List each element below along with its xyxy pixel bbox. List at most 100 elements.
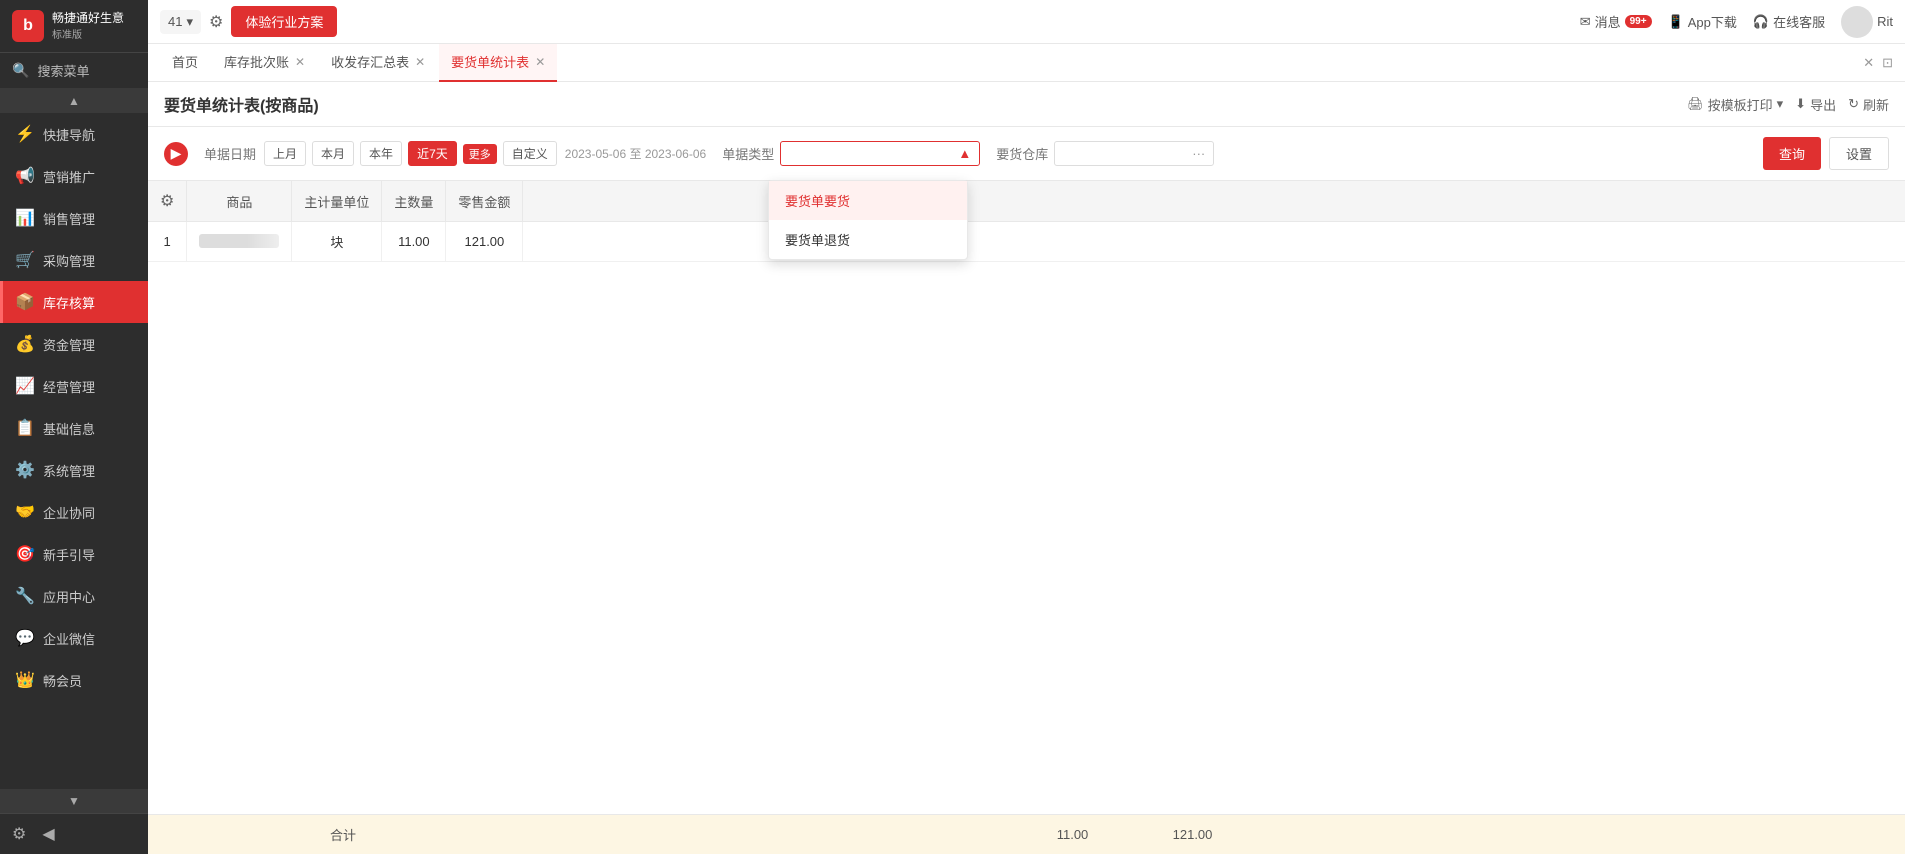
setting-btn[interactable]: 设置 <box>1829 137 1889 170</box>
page-actions: 🖨 按模板打印 ▾ ⬇ 导出 ↻ 刷新 <box>1687 95 1889 114</box>
sidebar-item-marketing[interactable]: 📢 营销推广 <box>0 155 148 197</box>
sidebar-item-enterprise[interactable]: 🤝 企业协同 <box>0 491 148 533</box>
sidebar-item-purchase[interactable]: 🛒 采购管理 <box>0 239 148 281</box>
type-filter-group: 单据类型 ▲ <box>722 141 980 166</box>
print-btn[interactable]: 🖨 按模板打印 ▾ <box>1687 95 1783 114</box>
tab-close-order-stats[interactable]: ✕ <box>535 55 545 69</box>
tab-inventory-batch[interactable]: 库存批次账 ✕ <box>212 44 317 82</box>
data-table: ⚙ 商品 主计量单位 主数量 零售金额 1 块 <box>148 181 1905 262</box>
date-btn-last-month[interactable]: 上月 <box>264 141 306 166</box>
page-content: 要货单统计表(按商品) 🖨 按模板打印 ▾ ⬇ 导出 ↻ 刷新 ▶ <box>148 82 1905 854</box>
date-label: 单据日期 <box>204 144 256 163</box>
sidebar-item-app-center[interactable]: 🔧 应用中心 <box>0 575 148 617</box>
cell-qty: 11.00 <box>382 222 446 262</box>
user-profile[interactable]: Rit <box>1841 6 1893 38</box>
warehouse-select[interactable]: ··· <box>1054 141 1214 166</box>
sidebar-item-finance[interactable]: 💰 资金管理 <box>0 323 148 365</box>
col-amount: 零售金额 <box>446 181 523 222</box>
date-more-badge[interactable]: 更多 <box>463 144 497 164</box>
tab-receive-summary[interactable]: 收发存汇总表 ✕ <box>319 44 437 82</box>
sidebar-item-wechat[interactable]: 💬 企业微信 <box>0 617 148 659</box>
scroll-down-btn[interactable]: ▼ <box>0 789 148 813</box>
date-btn-this-year[interactable]: 本年 <box>360 141 402 166</box>
tab-close-inventory-batch[interactable]: ✕ <box>295 55 305 69</box>
sidebar-item-label: 库存核算 <box>43 293 95 312</box>
sidebar-item-label: 应用中心 <box>43 587 95 606</box>
sidebar-item-member[interactable]: 👑 畅会员 <box>0 659 148 701</box>
expand-filter-btn[interactable]: ▶ <box>164 142 188 166</box>
tab-home[interactable]: 首页 <box>160 44 210 82</box>
search-label: 搜索菜单 <box>37 61 89 80</box>
chevron-down-icon: ▾ <box>1777 96 1784 112</box>
page-header: 要货单统计表(按商品) 🖨 按模板打印 ▾ ⬇ 导出 ↻ 刷新 <box>148 82 1905 127</box>
messages-btn[interactable]: ✉ 消息 99+ <box>1580 12 1652 31</box>
date-btn-custom[interactable]: 自定义 <box>503 141 557 166</box>
avatar <box>1841 6 1873 38</box>
chevron-up-icon: ▲ <box>958 146 971 161</box>
refresh-btn[interactable]: ↻ 刷新 <box>1848 95 1889 114</box>
sidebar-item-label: 销售管理 <box>43 209 95 228</box>
online-service-btn[interactable]: 🎧 在线客服 <box>1753 12 1825 31</box>
scroll-up-btn[interactable]: ▲ <box>0 89 148 113</box>
member-icon: 👑 <box>15 670 35 690</box>
sidebar-nav: ⚡ 快捷导航 📢 营销推广 📊 销售管理 🛒 采购管理 📦 库存核算 💰 资金管… <box>0 113 148 789</box>
warehouse-filter-group: 要货仓库 ··· <box>996 141 1214 166</box>
purchase-icon: 🛒 <box>15 250 35 270</box>
collapse-icon[interactable]: ◀ <box>42 824 54 844</box>
sidebar-item-quick-nav[interactable]: ⚡ 快捷导航 <box>0 113 148 155</box>
footer-qty: 11.00 <box>1013 827 1133 842</box>
sidebar-item-sales[interactable]: 📊 销售管理 <box>0 197 148 239</box>
tabs-bar: 首页 库存批次账 ✕ 收发存汇总表 ✕ 要货单统计表 ✕ ✕ ⊡ <box>148 44 1905 82</box>
settings-icon[interactable]: ⚙ <box>12 824 26 844</box>
table-footer: 合计 11.00 121.00 <box>148 814 1905 854</box>
date-filter-group: 单据日期 上月 本月 本年 近7天 更多 自定义 2023-05-06 至 20… <box>204 141 706 166</box>
sidebar-item-operation[interactable]: 📈 经营管理 <box>0 365 148 407</box>
sidebar-bottom: ⚙ ◀ <box>0 813 148 854</box>
tab-order-stats[interactable]: 要货单统计表 ✕ <box>439 44 557 82</box>
date-range: 2023-05-06 至 2023-06-06 <box>565 145 706 162</box>
tabs-bar-end: ✕ ⊡ <box>1863 55 1893 71</box>
system-icon: ⚙️ <box>15 460 35 480</box>
cell-seq: 1 <box>148 222 187 262</box>
messages-label: 消息 <box>1595 12 1621 31</box>
close-all-icon[interactable]: ✕ <box>1863 55 1874 71</box>
date-btn-7days[interactable]: 近7天 <box>408 141 457 166</box>
expand-tabs-icon[interactable]: ⊡ <box>1882 55 1893 71</box>
export-btn[interactable]: ⬇ 导出 <box>1795 95 1836 114</box>
sidebar-item-label: 畅会员 <box>43 671 82 690</box>
app-download-btn[interactable]: 📱 App下载 <box>1668 12 1737 31</box>
refresh-label: 刷新 <box>1863 95 1889 114</box>
dropdown-item-order-goods[interactable]: 要货单要货 <box>769 181 967 220</box>
type-dropdown: 要货单要货 要货单退货 <box>768 180 968 260</box>
sidebar: b 畅捷通好生意 标准版 🔍 搜索菜单 ▲ ⚡ 快捷导航 📢 营销推广 📊 销售… <box>0 0 148 854</box>
topbar-left: 41 ▾ ⚙ 体验行业方案 <box>160 6 1568 37</box>
sidebar-item-inventory[interactable]: 📦 库存核算 <box>0 281 148 323</box>
trial-btn[interactable]: 体验行业方案 <box>231 6 337 37</box>
tab-label: 要货单统计表 <box>451 52 529 71</box>
print-label: 按模板打印 <box>1708 95 1773 114</box>
column-gear-icon[interactable]: ⚙ <box>160 193 174 210</box>
cell-unit: 块 <box>292 222 382 262</box>
query-btn[interactable]: 查询 <box>1763 137 1821 170</box>
sidebar-item-guide[interactable]: 🎯 新手引导 <box>0 533 148 575</box>
warehouse-label: 要货仓库 <box>996 144 1048 163</box>
dropdown-item-order-return[interactable]: 要货单退货 <box>769 220 967 259</box>
online-service-label: 在线客服 <box>1773 12 1825 31</box>
sidebar-item-label: 基础信息 <box>43 419 95 438</box>
type-select[interactable]: ▲ <box>780 141 980 166</box>
sidebar-item-basic-info[interactable]: 📋 基础信息 <box>0 407 148 449</box>
workspace-selector[interactable]: 41 ▾ <box>160 10 201 34</box>
app-center-icon: 🔧 <box>15 586 35 606</box>
filter-actions: 查询 设置 <box>1763 137 1889 170</box>
main-content: 41 ▾ ⚙ 体验行业方案 ✉ 消息 99+ 📱 App下载 🎧 在线客服 R <box>148 0 1905 854</box>
sidebar-item-label: 企业协同 <box>43 503 95 522</box>
chevron-down-icon: ▾ <box>186 14 193 30</box>
date-btn-this-month[interactable]: 本月 <box>312 141 354 166</box>
sidebar-item-system[interactable]: ⚙️ 系统管理 <box>0 449 148 491</box>
search-menu[interactable]: 🔍 搜索菜单 <box>0 53 148 89</box>
col-product: 商品 <box>187 181 292 222</box>
col-gear: ⚙ <box>148 181 187 222</box>
gear-settings-icon[interactable]: ⚙ <box>209 12 223 32</box>
tab-close-receive-summary[interactable]: ✕ <box>415 55 425 69</box>
export-icon: ⬇ <box>1795 96 1806 112</box>
